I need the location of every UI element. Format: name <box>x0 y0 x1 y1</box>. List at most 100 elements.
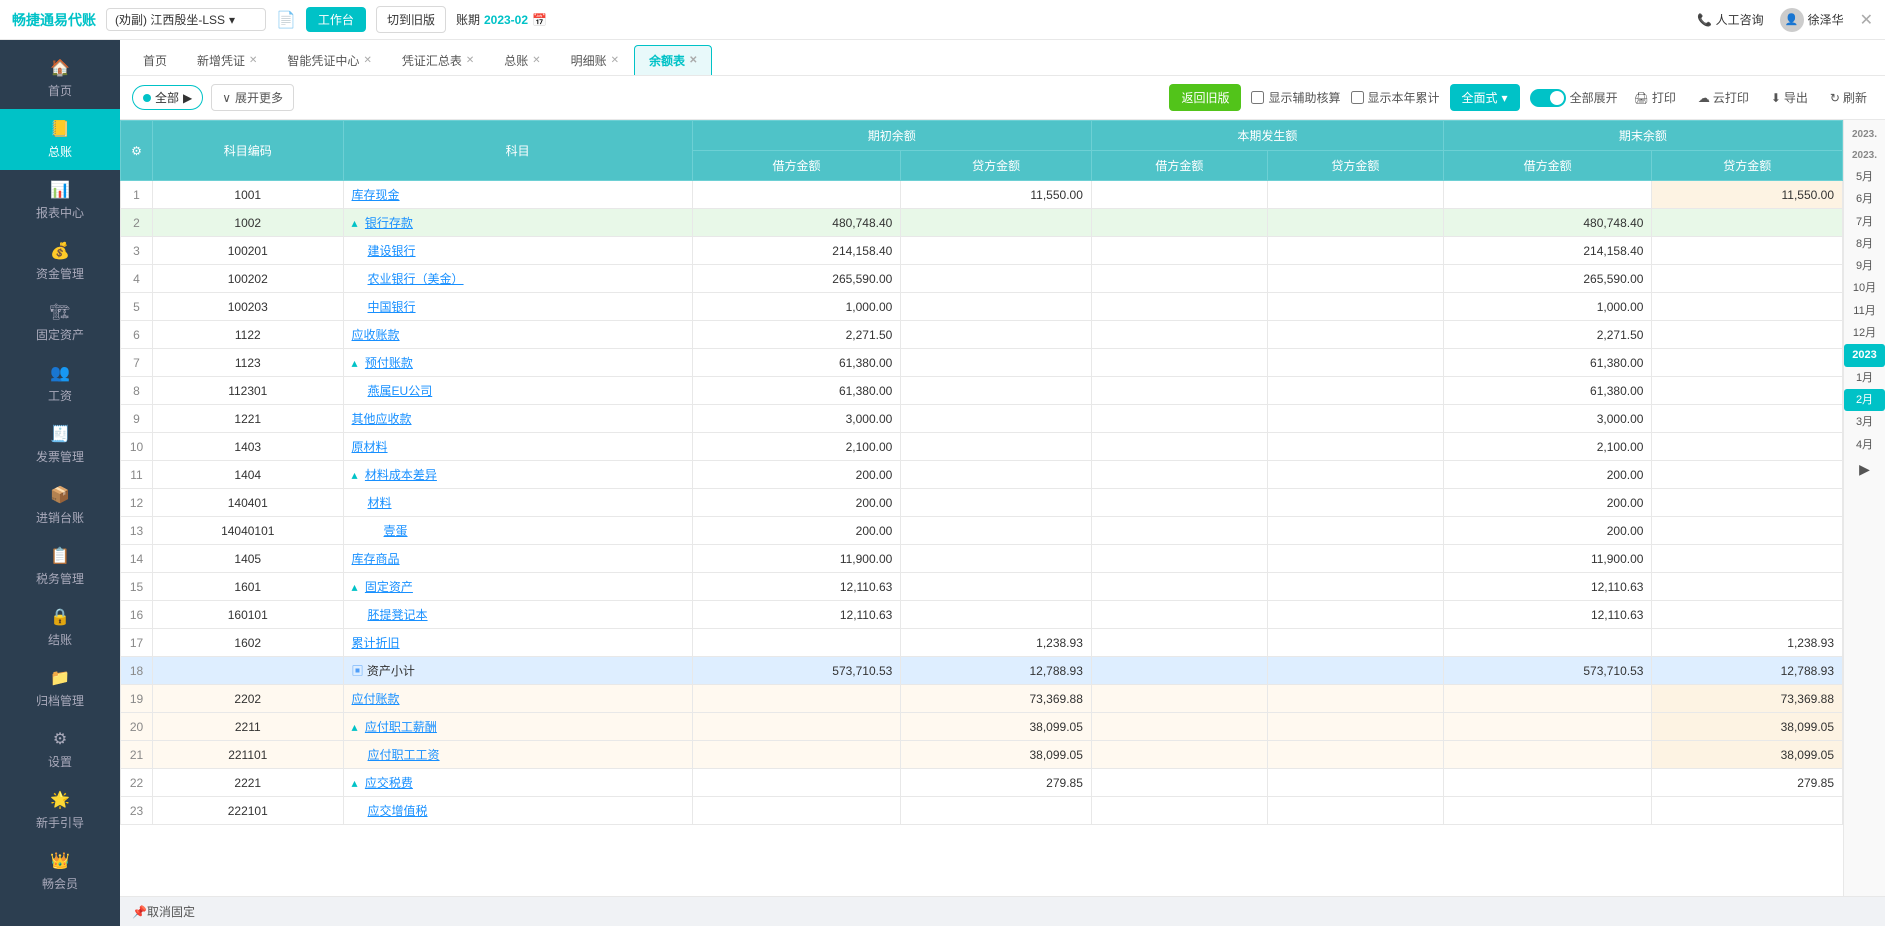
account-name[interactable]: 应收账款 <box>343 321 692 349</box>
consultant-label[interactable]: 📞 人工咨询 <box>1697 11 1763 28</box>
show-aux-checkbox-label[interactable]: 显示辅助核算 <box>1251 89 1340 106</box>
account-name[interactable]: 库存商品 <box>343 545 692 573</box>
timeline-expand-icon[interactable]: ▶ <box>1844 456 1885 482</box>
close-icon[interactable]: ✕ <box>1860 10 1873 30</box>
tab-detail-ledger[interactable]: 明细账 ✕ <box>556 45 634 75</box>
debit-end: 200.00 <box>1443 461 1652 489</box>
timeline-month-5[interactable]: 5月 <box>1844 166 1885 188</box>
timeline-month-6[interactable]: 6月 <box>1844 188 1885 210</box>
account-name[interactable]: 中国银行 <box>343 293 692 321</box>
account-code: 1404 <box>153 461 344 489</box>
row-num: 16 <box>121 601 153 629</box>
full-mode-button[interactable]: 全面式 ▾ <box>1450 84 1520 111</box>
show-ytd-checkbox-label[interactable]: 显示本年累计 <box>1351 89 1440 106</box>
account-name[interactable]: ▴ 银行存款 <box>343 209 692 237</box>
sidebar-item-settings[interactable]: ⚙ 设置 <box>0 719 120 780</box>
credit-end: 11,550.00 <box>1652 181 1843 209</box>
sidebar-item-member[interactable]: 👑 畅会员 <box>0 841 120 902</box>
timeline-year-2023-active[interactable]: 2023 <box>1844 344 1885 366</box>
account-name[interactable]: 燕属EU公司 <box>343 377 692 405</box>
timeline-month-3[interactable]: 3月 <box>1844 411 1885 433</box>
debit-cur <box>1091 377 1267 405</box>
account-name[interactable]: 胚提凳记本 <box>343 601 692 629</box>
sidebar-item-home[interactable]: 🏠 首页 <box>0 48 120 109</box>
sidebar-item-payroll[interactable]: 👥 工资 <box>0 353 120 414</box>
timeline-month-8[interactable]: 8月 <box>1844 233 1885 255</box>
account-name[interactable]: ▴ 应付职工薪酬 <box>343 713 692 741</box>
account-name[interactable]: 累计折旧 <box>343 629 692 657</box>
timeline-month-9[interactable]: 9月 <box>1844 255 1885 277</box>
tab-voucher-summary-close[interactable]: ✕ <box>466 55 474 66</box>
account-name[interactable]: 材料 <box>343 489 692 517</box>
account-name[interactable]: 库存现金 <box>343 181 692 209</box>
print-button[interactable]: 🖨 打印 <box>1628 85 1682 110</box>
debit-end: 12,110.63 <box>1443 573 1652 601</box>
account-name[interactable]: ▴ 固定资产 <box>343 573 692 601</box>
account-name[interactable]: 建设银行 <box>343 237 692 265</box>
timeline-month-10[interactable]: 10月 <box>1844 277 1885 299</box>
tab-general-ledger[interactable]: 总账 ✕ <box>489 45 555 75</box>
sidebar-item-reports[interactable]: 📊 报表中心 <box>0 170 120 231</box>
show-ytd-checkbox[interactable] <box>1351 91 1364 104</box>
timeline-month-4[interactable]: 4月 <box>1844 434 1885 456</box>
credit-cur <box>1267 237 1443 265</box>
account-name[interactable]: 原材料 <box>343 433 692 461</box>
sidebar-item-fixed-assets[interactable]: 🏗 固定资产 <box>0 292 120 353</box>
timeline-month-7[interactable]: 7月 <box>1844 211 1885 233</box>
workbench-button[interactable]: 工作台 <box>306 7 366 32</box>
company-selector[interactable]: (劝副) 江西殷坐-LSS ▾ <box>106 8 266 31</box>
account-code: 1221 <box>153 405 344 433</box>
tab-voucher-summary[interactable]: 凭证汇总表 ✕ <box>387 45 489 75</box>
tab-general-ledger-close[interactable]: ✕ <box>532 55 540 66</box>
account-name[interactable]: 其他应收款 <box>343 405 692 433</box>
account-name[interactable]: ▴ 应交税费 <box>343 769 692 797</box>
debit-end <box>1443 685 1652 713</box>
timeline-month-11[interactable]: 11月 <box>1844 300 1885 322</box>
back-old-version-button[interactable]: 返回旧版 <box>1169 84 1241 111</box>
table-row: 61122应收账款2,271.502,271.50 <box>121 321 1843 349</box>
export-button[interactable]: ⬇ 导出 <box>1765 85 1814 110</box>
show-aux-checkbox[interactable] <box>1251 91 1264 104</box>
cancel-pin-label[interactable]: 取消固定 <box>147 903 195 920</box>
filter-all[interactable]: 全部 ▶ <box>132 85 203 110</box>
sidebar-item-guide[interactable]: 🌟 新手引导 <box>0 780 120 841</box>
account-name[interactable]: 应付账款 <box>343 685 692 713</box>
tab-smart-voucher-close[interactable]: ✕ <box>363 55 371 66</box>
tab-new-voucher[interactable]: 新增凭证 ✕ <box>182 45 272 75</box>
account-name[interactable]: 应付职工工资 <box>343 741 692 769</box>
timeline-month-12[interactable]: 12月 <box>1844 322 1885 344</box>
account-code: 2211 <box>153 713 344 741</box>
tab-detail-ledger-close[interactable]: ✕ <box>611 55 619 66</box>
switch-old-version-button[interactable]: 切到旧版 <box>376 6 446 33</box>
sidebar-item-ledger[interactable]: 📒 总账 <box>0 109 120 170</box>
calendar-icon[interactable]: 📅 <box>532 13 547 27</box>
sidebar-item-capital[interactable]: 💰 资金管理 <box>0 231 120 292</box>
sidebar-item-archive[interactable]: 📁 归档管理 <box>0 658 120 719</box>
tab-balance[interactable]: 余额表 ✕ <box>634 45 712 75</box>
account-name[interactable]: 壹蛋 <box>343 517 692 545</box>
tab-balance-close[interactable]: ✕ <box>689 55 697 66</box>
account-name[interactable]: ▴ 材料成本差异 <box>343 461 692 489</box>
toggle-switch[interactable] <box>1530 89 1566 107</box>
credit-open <box>901 265 1092 293</box>
tab-home[interactable]: 首页 <box>128 45 182 75</box>
tab-new-voucher-close[interactable]: ✕ <box>249 55 257 66</box>
account-name[interactable]: ▴ 预付账款 <box>343 349 692 377</box>
sidebar-item-closing[interactable]: 🔒 结账 <box>0 597 120 658</box>
timeline-month-1[interactable]: 1月 <box>1844 367 1885 389</box>
cloud-print-button[interactable]: ☁ 云打印 <box>1692 85 1755 110</box>
sidebar: 🏠 首页 📒 总账 📊 报表中心 💰 资金管理 🏗 固定资产 👥 工资 🧾 发票… <box>0 40 120 926</box>
app-logo: 畅捷通易代账 <box>12 10 96 30</box>
sidebar-item-tax[interactable]: 📋 税务管理 <box>0 536 120 597</box>
expand-all-toggle[interactable]: 全部展开 <box>1530 89 1618 107</box>
sidebar-item-purchase-sales[interactable]: 📦 进销台账 <box>0 475 120 536</box>
table-row: 8112301燕属EU公司61,380.0061,380.00 <box>121 377 1843 405</box>
account-name[interactable]: 农业银行（美金） <box>343 265 692 293</box>
expand-more-button[interactable]: ∨ 展开更多 <box>211 84 294 111</box>
sidebar-item-invoice[interactable]: 🧾 发票管理 <box>0 414 120 475</box>
tab-smart-voucher[interactable]: 智能凭证中心 ✕ <box>272 45 386 75</box>
account-name[interactable]: 应交增值税 <box>343 797 692 825</box>
refresh-button[interactable]: ↻ 刷新 <box>1824 85 1873 110</box>
table-row: 192202应付账款73,369.8873,369.88 <box>121 685 1843 713</box>
timeline-month-2-active[interactable]: 2月 <box>1844 389 1885 411</box>
